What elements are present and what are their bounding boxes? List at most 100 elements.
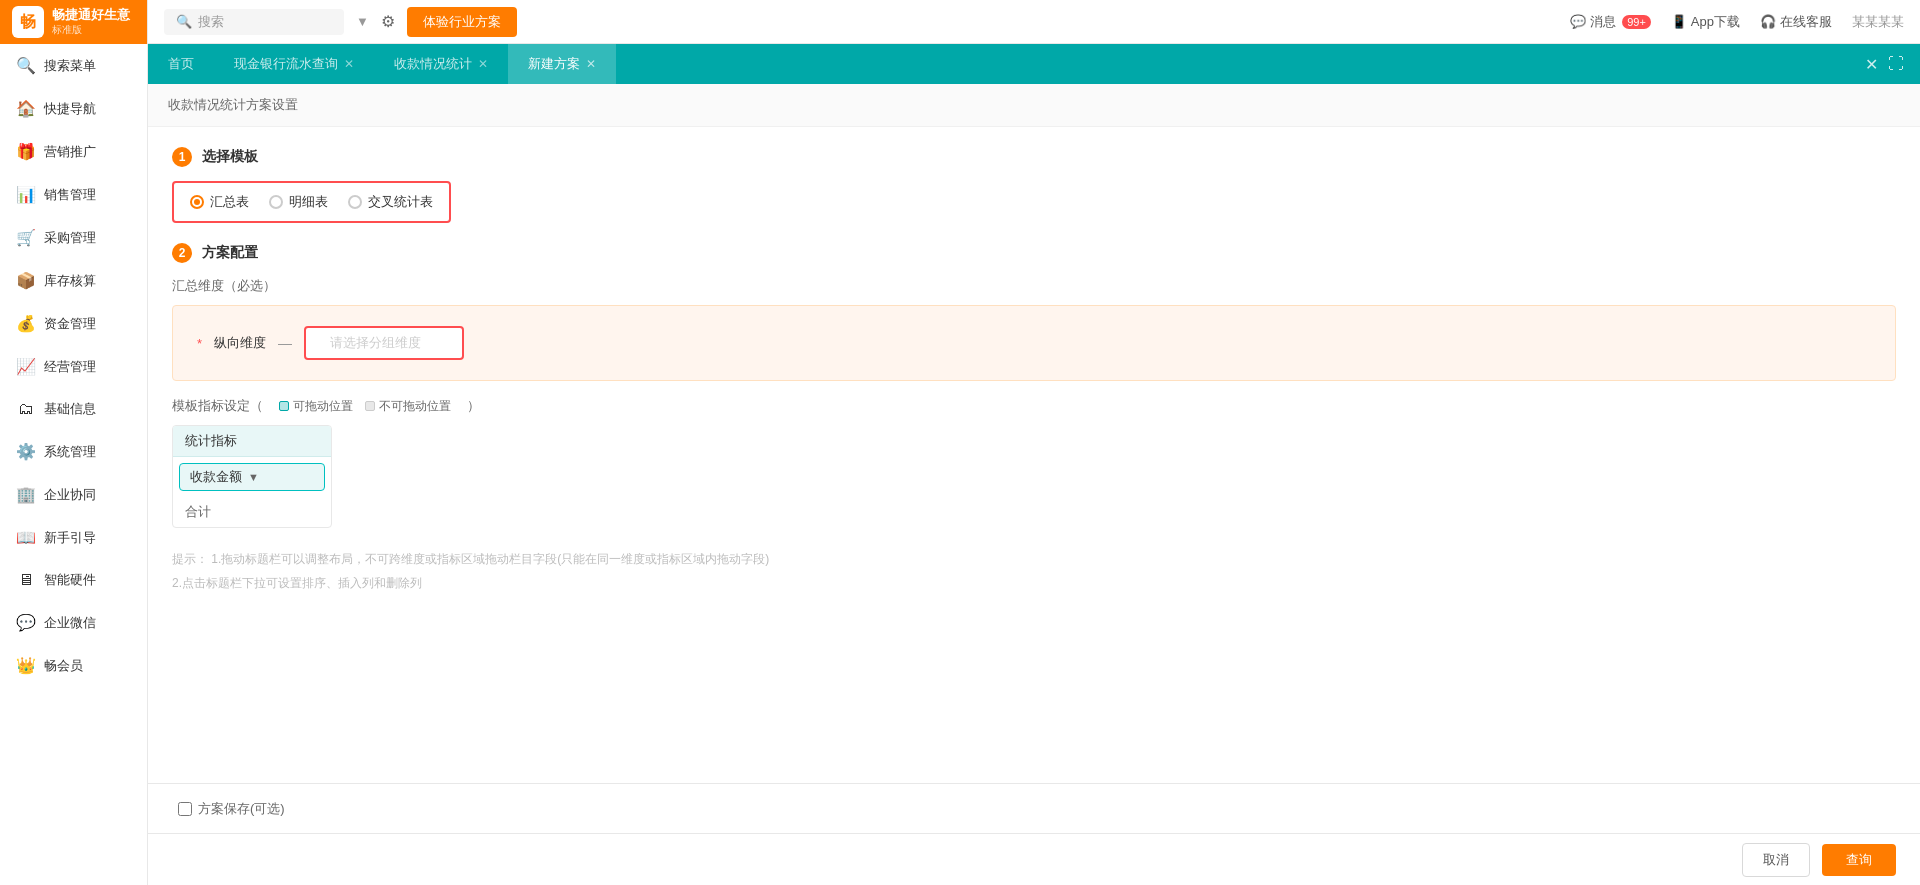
tab-new-plan-label: 新建方案	[528, 55, 580, 73]
download-label: App下载	[1691, 13, 1740, 31]
topbar: 🔍 搜索 ▼ ⚙ 体验行业方案 💬 消息 99+ 📱 App下载 🎧 在线客服 …	[148, 0, 1920, 44]
radio-cross-label: 交叉统计表	[368, 193, 433, 211]
cancel-button[interactable]: 取消	[1742, 843, 1810, 877]
marketing-icon: 🎁	[16, 142, 36, 161]
query-button[interactable]: 查询	[1822, 844, 1896, 876]
indicator-table-body: 收款金额 ▼ 合计	[173, 463, 331, 527]
sidebar-item-wechat[interactable]: 💬 企业微信	[0, 601, 147, 644]
sidebar-item-label: 企业协同	[44, 486, 96, 504]
search-box[interactable]: 🔍 搜索	[164, 9, 344, 35]
sidebar-item-basic[interactable]: 🗂 基础信息	[0, 388, 147, 430]
sidebar-item-purchase[interactable]: 🛒 采购管理	[0, 216, 147, 259]
sidebar-item-label: 销售管理	[44, 186, 96, 204]
dimension-placeholder[interactable]: 请选择分组维度	[304, 326, 464, 360]
tab-new-plan[interactable]: 新建方案 ✕	[508, 44, 616, 84]
logo-badge: 标准版	[52, 23, 130, 37]
sales-icon: 📊	[16, 185, 36, 204]
dimension-section-label: 汇总维度（必选）	[172, 277, 1896, 295]
system-icon: ⚙️	[16, 442, 36, 461]
sidebar-item-quick-nav[interactable]: 🏠 快捷导航	[0, 87, 147, 130]
legend-nodrag-dot	[365, 401, 375, 411]
sidebar-item-label: 系统管理	[44, 443, 96, 461]
bottom-bar: 取消 查询	[148, 833, 1920, 885]
radio-cross-circle	[348, 195, 362, 209]
sidebar-item-enterprise[interactable]: 🏢 企业协同	[0, 473, 147, 516]
sidebar-item-label: 智能硬件	[44, 571, 96, 589]
sidebar-item-label: 库存核算	[44, 272, 96, 290]
sidebar-item-label: 经营管理	[44, 358, 96, 376]
step1-section: 1 选择模板 汇总表 明细表	[172, 147, 1896, 223]
logo-icon: 畅	[12, 6, 44, 38]
sidebar-item-finance[interactable]: 💰 资金管理	[0, 302, 147, 345]
tab-home[interactable]: 首页	[148, 44, 214, 84]
service-label: 在线客服	[1780, 13, 1832, 31]
basic-icon: 🗂	[16, 400, 36, 418]
content-area: 收款情况统计方案设置 1 选择模板 汇总表	[148, 84, 1920, 885]
quick-nav-icon: 🏠	[16, 99, 36, 118]
legend-draggable-dot	[279, 401, 289, 411]
sidebar-item-label: 畅会员	[44, 657, 83, 675]
form-area: 1 选择模板 汇总表 明细表	[148, 127, 1920, 783]
step2-label: 方案配置	[202, 244, 258, 262]
indicator-table-header: 统计指标	[173, 426, 331, 457]
tab-bank-flow[interactable]: 现金银行流水查询 ✕	[214, 44, 374, 84]
legend-draggable-label: 可拖动位置	[293, 398, 353, 415]
logo-title: 畅捷通好生意	[52, 7, 130, 23]
purchase-icon: 🛒	[16, 228, 36, 247]
sidebar-item-hardware[interactable]: 🖥 智能硬件	[0, 559, 147, 601]
tab-close-all-icon[interactable]: ✕	[1865, 55, 1878, 74]
inventory-icon: 📦	[16, 271, 36, 290]
settings-icon[interactable]: ⚙	[381, 12, 395, 31]
sidebar-item-sales[interactable]: 📊 销售管理	[0, 173, 147, 216]
topbar-dropdown-icon[interactable]: ▼	[356, 14, 369, 29]
search-placeholder-text: 搜索	[198, 13, 224, 31]
message-btn[interactable]: 💬 消息 99+	[1570, 13, 1651, 31]
radio-cross[interactable]: 交叉统计表	[348, 193, 433, 211]
user-name[interactable]: 某某某某	[1852, 13, 1904, 31]
sidebar-item-system[interactable]: ⚙️ 系统管理	[0, 430, 147, 473]
sidebar-item-member[interactable]: 👑 畅会员	[0, 644, 147, 687]
indicator-legend: 可拖动位置 不可拖动位置	[279, 398, 451, 415]
step1-label: 选择模板	[202, 148, 258, 166]
tab-receipt-stat[interactable]: 收款情况统计 ✕	[374, 44, 508, 84]
save-checkbox[interactable]	[178, 802, 192, 816]
sidebar-item-label: 资金管理	[44, 315, 96, 333]
message-label: 消息	[1590, 13, 1616, 31]
sidebar-item-label: 快捷导航	[44, 100, 96, 118]
sidebar-item-label: 采购管理	[44, 229, 96, 247]
legend-nodrag-label: 不可拖动位置	[379, 398, 451, 415]
guide-icon: 📖	[16, 528, 36, 547]
required-mark: *	[197, 336, 202, 351]
tab-receipt-stat-close-icon[interactable]: ✕	[478, 57, 488, 71]
radio-detail[interactable]: 明细表	[269, 193, 328, 211]
industry-btn[interactable]: 体验行业方案	[407, 7, 517, 37]
legend-nodrag: 不可拖动位置	[365, 398, 451, 415]
sidebar-item-guide[interactable]: 📖 新手引导	[0, 516, 147, 559]
footer-area: 方案保存(可选)	[148, 783, 1920, 833]
indicator-section-label-text: 模板指标设定（	[172, 397, 263, 415]
sidebar-item-label: 基础信息	[44, 400, 96, 418]
indicator-header: 模板指标设定（ 可拖动位置 不可拖动位置	[172, 397, 1896, 415]
save-checkbox-label[interactable]: 方案保存(可选)	[178, 800, 285, 818]
radio-detail-circle	[269, 195, 283, 209]
sidebar-item-inventory[interactable]: 📦 库存核算	[0, 259, 147, 302]
sidebar-item-marketing[interactable]: 🎁 营销推广	[0, 130, 147, 173]
radio-summary-circle	[190, 195, 204, 209]
service-btn[interactable]: 🎧 在线客服	[1760, 13, 1832, 31]
logo-text-group: 畅捷通好生意 标准版	[52, 7, 130, 37]
tab-expand-icon[interactable]: ⛶	[1888, 55, 1904, 73]
download-btn[interactable]: 📱 App下载	[1671, 13, 1740, 31]
tab-new-plan-close-icon[interactable]: ✕	[586, 57, 596, 71]
sidebar: 畅 畅捷通好生意 标准版 🔍 搜索菜单 🏠 快捷导航 🎁 营销推广 📊 销售管理…	[0, 0, 148, 885]
sidebar-item-operation[interactable]: 📈 经营管理	[0, 345, 147, 388]
hardware-icon: 🖥	[16, 571, 36, 589]
page-title: 收款情况统计方案设置	[168, 97, 298, 112]
step2-section: 2 方案配置 汇总维度（必选） * 纵向维度 — 请选择分组维度	[172, 243, 1896, 595]
main-area: 🔍 搜索 ▼ ⚙ 体验行业方案 💬 消息 99+ 📱 App下载 🎧 在线客服 …	[148, 0, 1920, 885]
indicator-tag-receipt-amount[interactable]: 收款金额 ▼	[179, 463, 325, 491]
tab-receipt-stat-label: 收款情况统计	[394, 55, 472, 73]
sidebar-item-search-menu[interactable]: 🔍 搜索菜单	[0, 44, 147, 87]
tab-bank-flow-close-icon[interactable]: ✕	[344, 57, 354, 71]
radio-summary[interactable]: 汇总表	[190, 193, 249, 211]
step1-header: 1 选择模板	[172, 147, 1896, 167]
